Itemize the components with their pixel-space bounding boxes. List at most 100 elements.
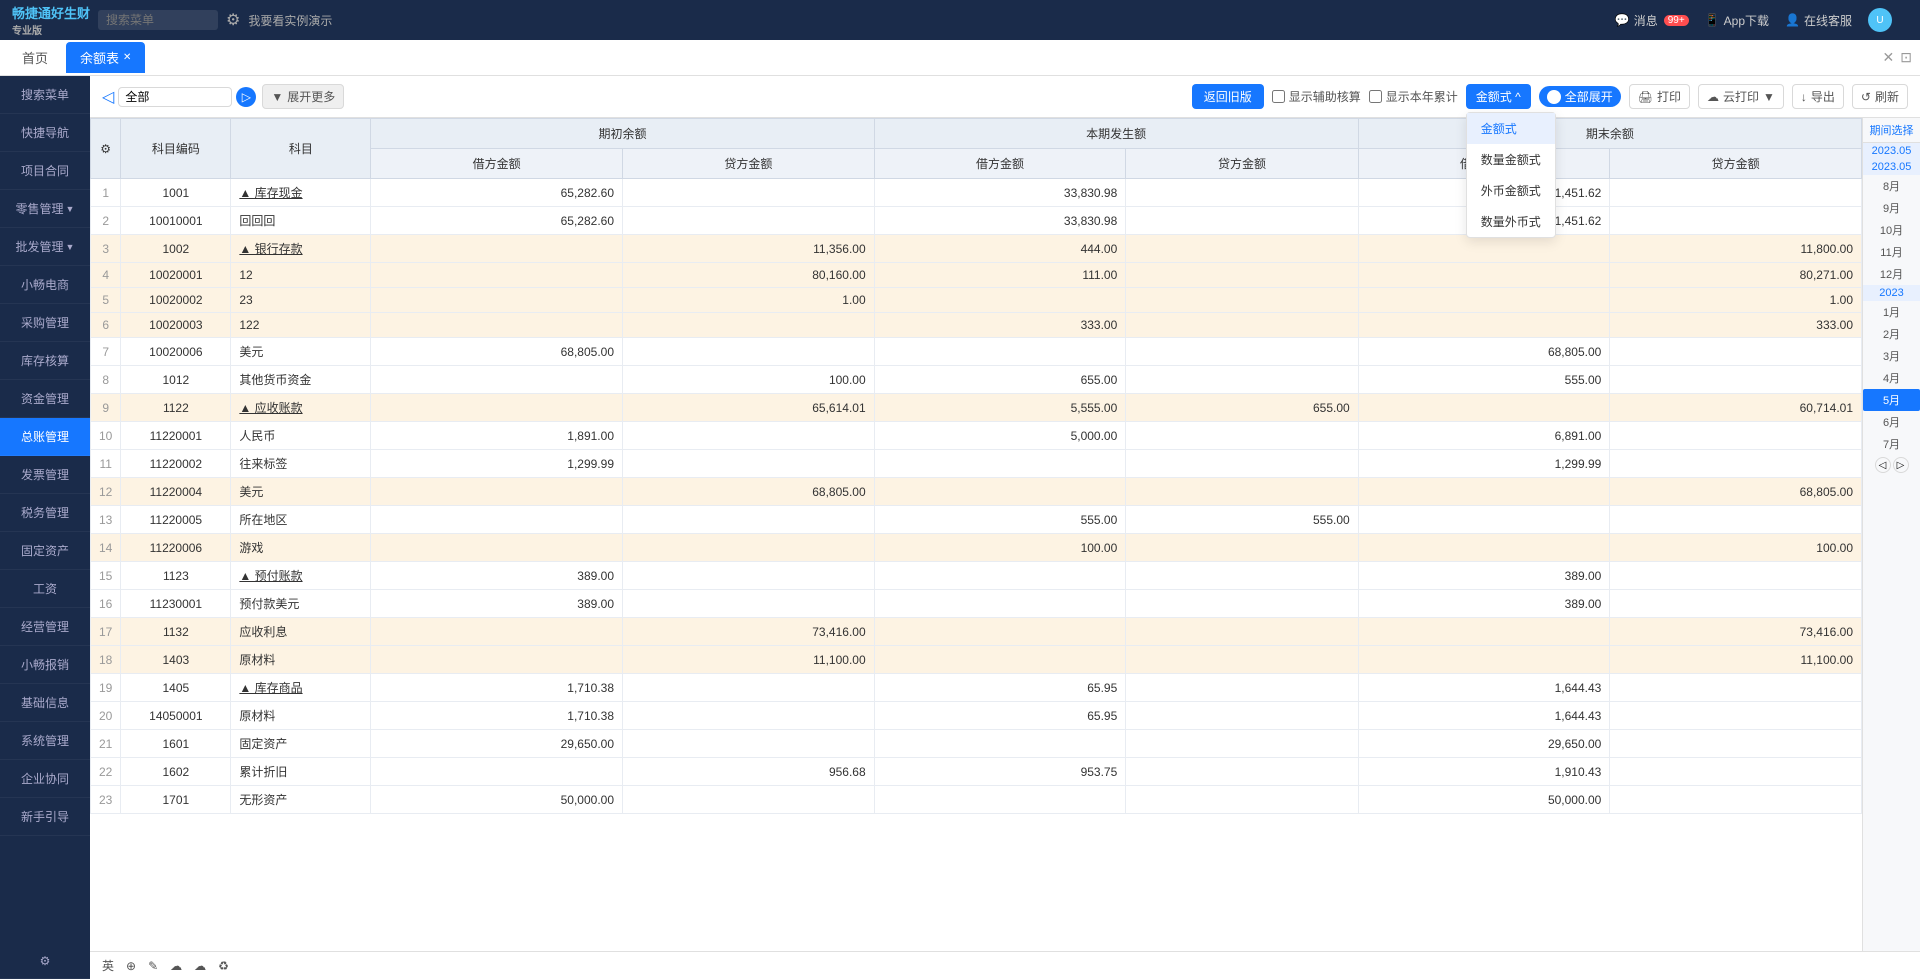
dropdown-item-amount[interactable]: 金额式 (1467, 113, 1555, 144)
row-subject[interactable]: ▲ 库存现金 (231, 179, 371, 207)
edit-icon[interactable]: ✎ (148, 959, 158, 973)
auxiliary-accounting-checkbox[interactable]: 显示辅助核算 (1272, 88, 1361, 105)
sidebar-item-project[interactable]: 项目合同 (0, 152, 90, 190)
cloud-icon-2[interactable]: ☁ (194, 959, 206, 973)
demo-link[interactable]: 我要看实例演示 (248, 12, 332, 29)
sidebar-item-coop[interactable]: 企业协同 (0, 760, 90, 798)
row-subject[interactable]: ▲ 库存商品 (231, 674, 371, 702)
row-close-credit (1610, 422, 1862, 450)
row-subject[interactable]: ▲ 银行存款 (231, 235, 371, 263)
sidebar-item-payroll[interactable]: 工资 (0, 570, 90, 608)
table-row: 3 1002 ▲ 银行存款 11,356.00 444.00 11,800.00 (91, 235, 1862, 263)
period-month-item[interactable]: 12月 (1863, 263, 1920, 285)
sidebar-item-system[interactable]: 系统管理 (0, 722, 90, 760)
sidebar-item-search[interactable]: 搜索菜单 (0, 76, 90, 114)
row-open-credit (623, 506, 875, 534)
expand-more-btn[interactable]: ▼ 展开更多 (262, 84, 344, 109)
account-search-btn[interactable]: ▷ (236, 87, 256, 107)
tab-balance[interactable]: 余额表 ✕ (66, 42, 145, 73)
period-month-item[interactable]: 2月 (1863, 323, 1920, 345)
row-subject: 原材料 (231, 646, 371, 674)
period-months: 8月9月10月11月12月20231月2月3月4月5月6月7月 (1863, 175, 1920, 455)
sidebar-item-ecommerce[interactable]: 小畅电商 (0, 266, 90, 304)
period-month-item[interactable]: 9月 (1863, 197, 1920, 219)
tab-close-balance[interactable]: ✕ (123, 52, 131, 63)
row-close-credit: 80,271.00 (1610, 263, 1862, 288)
top-bar: 畅捷通好生财 专业版 ⚙ 我要看实例演示 💬 消息 99+ 📱 App下载 👤 … (0, 0, 1920, 40)
row-subject[interactable]: ▲ 预付账款 (231, 562, 371, 590)
period-month-item[interactable]: 5月 (1863, 389, 1920, 411)
dropdown-item-foreign-amount[interactable]: 外币金额式 (1467, 175, 1555, 206)
mode-btn[interactable]: 金额式 ^ (1466, 84, 1531, 109)
sidebar-settings-btn[interactable]: ⚙ (0, 944, 90, 979)
nav-back-icon[interactable]: ◁ (102, 87, 114, 107)
sidebar-item-wholesale[interactable]: 批发管理▼ (0, 228, 90, 266)
row-open-credit: 100.00 (623, 366, 875, 394)
period-month-item[interactable]: 1月 (1863, 301, 1920, 323)
row-open-debit (371, 288, 623, 313)
refresh-btn[interactable]: ↺ 刷新 (1852, 84, 1908, 109)
period-month-item[interactable]: 7月 (1863, 433, 1920, 455)
period-month-item[interactable]: 11月 (1863, 241, 1920, 263)
close-window-btn[interactable]: ✕ (1883, 49, 1895, 66)
row-open-credit (623, 422, 875, 450)
recycle-icon[interactable]: ♻ (218, 959, 229, 973)
dropdown-item-qty-foreign[interactable]: 数量外币式 (1467, 206, 1555, 237)
row-open-debit: 389.00 (371, 562, 623, 590)
current-credit-subheader: 贷方金额 (1126, 149, 1358, 179)
cloud-print-btn[interactable]: ☁ 云打印 ▼ (1698, 84, 1784, 109)
sidebar-item-ops[interactable]: 经营管理 (0, 608, 90, 646)
period-year-end[interactable]: 2023.05 (1863, 159, 1920, 175)
period-month-item[interactable]: 3月 (1863, 345, 1920, 367)
settings-icon[interactable]: ⚙ (226, 10, 240, 30)
period-year-start[interactable]: 2023.05 (1863, 143, 1920, 159)
row-open-debit: 1,710.38 (371, 674, 623, 702)
online-service-btn[interactable]: 👤 在线客服 (1785, 12, 1852, 29)
sidebar-item-invoice[interactable]: 发票管理 (0, 456, 90, 494)
period-month-item[interactable]: 10月 (1863, 219, 1920, 241)
sidebar-item-inventory[interactable]: 库存核算 (0, 342, 90, 380)
maximize-btn[interactable]: ⊡ (1900, 49, 1912, 66)
period-prev-btn[interactable]: ◁ (1875, 457, 1891, 473)
closing-col-header: 期末余额 (1358, 119, 1861, 149)
period-month-item[interactable]: 4月 (1863, 367, 1920, 389)
expand-all-toggle[interactable]: 全部展开 (1539, 86, 1621, 107)
period-month-item[interactable]: 6月 (1863, 411, 1920, 433)
table-row: 22 1602 累计折旧 956.68 953.75 1,910.43 (91, 758, 1862, 786)
print-btn[interactable]: 🖨 打印 (1629, 84, 1690, 109)
yearly-checkbox-input[interactable] (1369, 90, 1382, 103)
sidebar-item-assets[interactable]: 固定资产 (0, 532, 90, 570)
account-search-input[interactable] (125, 90, 225, 104)
message-btn[interactable]: 💬 消息 99+ (1615, 12, 1689, 29)
closing-credit-subheader: 贷方金额 (1610, 149, 1862, 179)
row-subject[interactable]: ▲ 应收账款 (231, 394, 371, 422)
sidebar-item-quicknav[interactable]: 快捷导航 (0, 114, 90, 152)
cloud-icon-1[interactable]: ☁ (170, 959, 182, 973)
sidebar-item-guide[interactable]: 新手引导 (0, 798, 90, 836)
period-month-item[interactable]: 8月 (1863, 175, 1920, 197)
sidebar-item-purchase[interactable]: 采购管理 (0, 304, 90, 342)
top-search-input[interactable] (98, 10, 218, 30)
back-old-version-btn[interactable]: 返回旧版 (1192, 84, 1264, 109)
sidebar-item-ledger[interactable]: 总账管理 (0, 418, 90, 456)
sidebar-item-tax[interactable]: 税务管理 (0, 494, 90, 532)
table-row: 4 10020001 12 80,160.00 111.00 80,271.00 (91, 263, 1862, 288)
period-year-label[interactable]: 2023 (1863, 285, 1920, 301)
dropdown-item-qty-amount[interactable]: 数量金额式 (1467, 144, 1555, 175)
add-icon[interactable]: ⊕ (126, 959, 136, 973)
period-next-btn[interactable]: ▷ (1893, 457, 1909, 473)
sidebar-item-finance[interactable]: 资金管理 (0, 380, 90, 418)
lang-icon[interactable]: 英 (102, 957, 114, 974)
auxiliary-checkbox-input[interactable] (1272, 90, 1285, 103)
sidebar-item-sales[interactable]: 小畅报销 (0, 646, 90, 684)
table-settings-icon[interactable]: ⚙ (100, 142, 111, 156)
yearly-total-checkbox[interactable]: 显示本年累计 (1369, 88, 1458, 105)
row-code: 10020003 (121, 313, 231, 338)
export-btn[interactable]: ↓ 导出 (1792, 84, 1844, 109)
app-download-btn[interactable]: 📱 App下载 (1705, 12, 1769, 29)
tab-home[interactable]: 首页 (8, 42, 62, 73)
sidebar-item-basic[interactable]: 基础信息 (0, 684, 90, 722)
user-avatar[interactable]: U (1868, 8, 1892, 32)
sidebar-item-retail[interactable]: 零售管理▼ (0, 190, 90, 228)
row-close-credit (1610, 758, 1862, 786)
